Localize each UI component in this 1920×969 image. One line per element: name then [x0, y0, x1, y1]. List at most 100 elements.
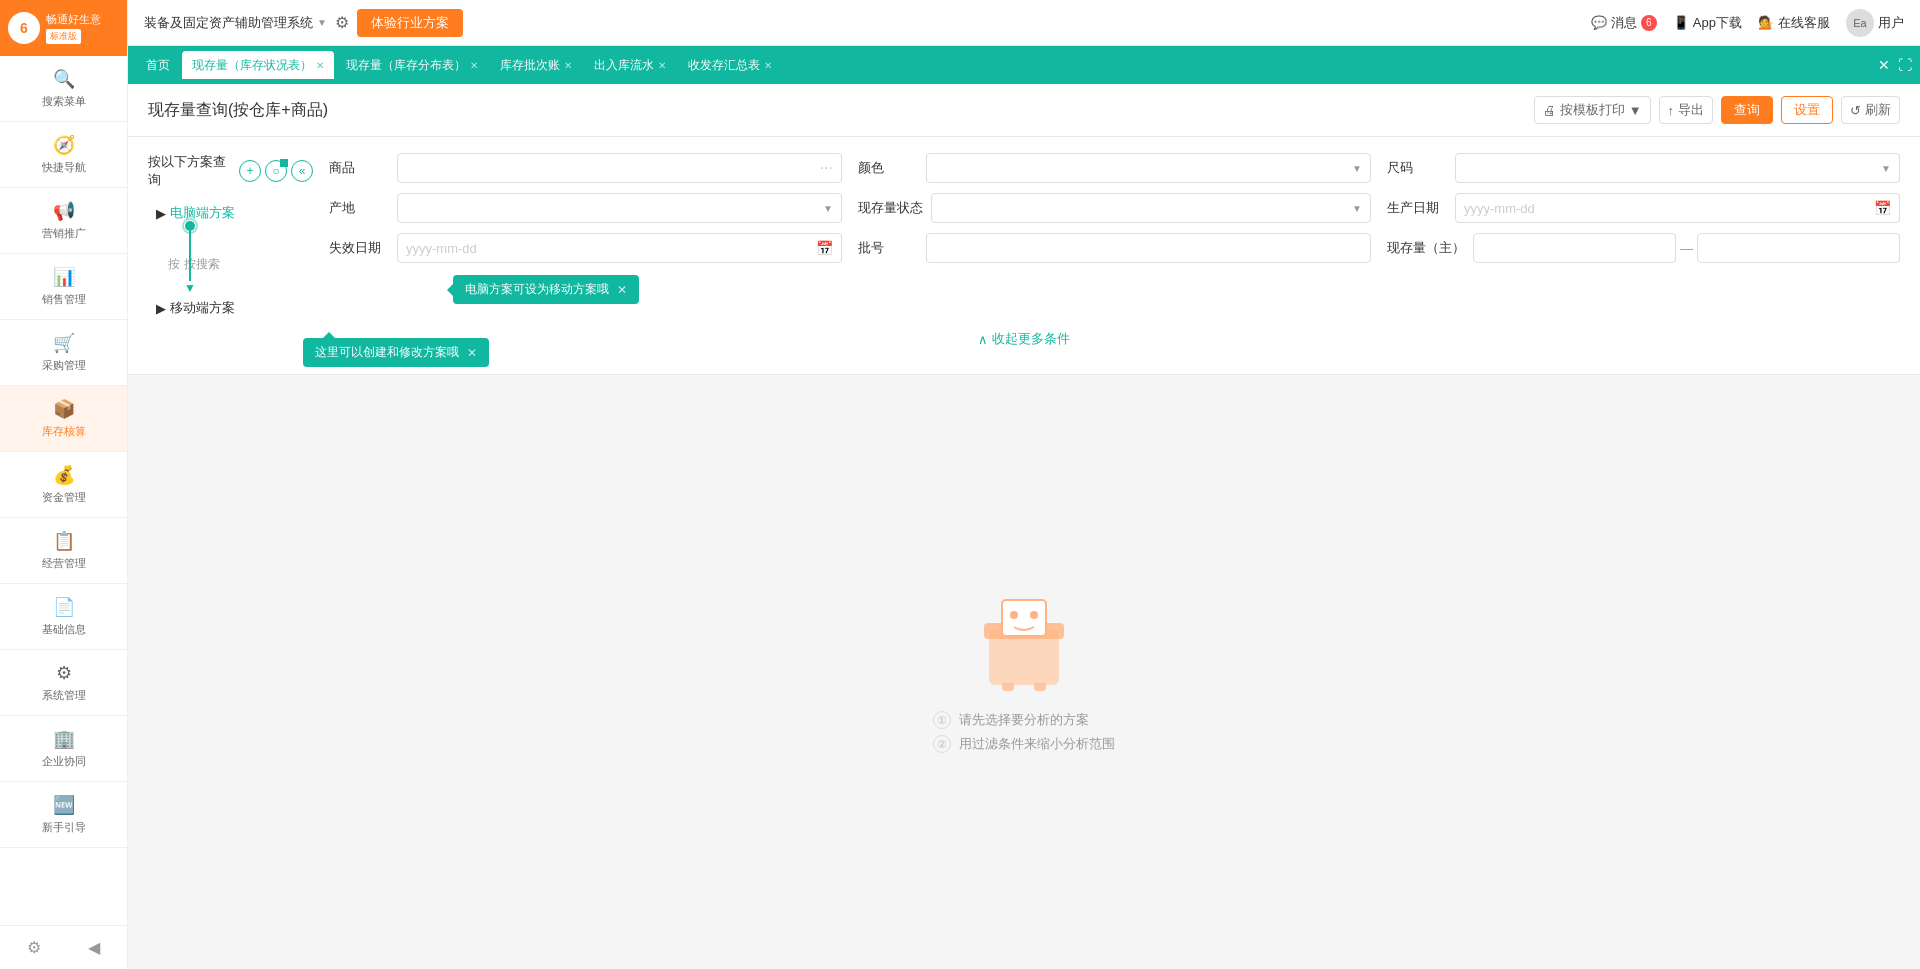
empty-tip-2-text: 用过滤条件来缩小分析范围: [959, 735, 1115, 753]
tab-inventory-status[interactable]: 现存量（库存状况表） ✕: [182, 51, 334, 79]
empty-tip-1: ① 请先选择要分析的方案: [933, 711, 1115, 729]
tooltip-pc-close[interactable]: ✕: [617, 283, 627, 297]
edit-scheme-button[interactable]: ○: [265, 160, 287, 182]
sidebar-menu: 🔍 搜索菜单 🧭 快捷导航 📢 营销推广 📊 销售管理 🛒 采购管理 📦 库存核…: [0, 56, 127, 925]
chevron-down-icon: ▼: [1629, 103, 1642, 118]
sidebar-settings-button[interactable]: ⚙: [27, 938, 41, 957]
user-menu[interactable]: Ea 用户: [1846, 9, 1904, 37]
online-service-label: 在线客服: [1778, 14, 1830, 32]
tooltip-edit-close[interactable]: ✕: [467, 346, 477, 360]
form-item-expire-date: 失效日期 yyyy-mm-dd 📅: [329, 233, 842, 263]
chevron-down-icon: ▼: [823, 203, 833, 214]
query-button[interactable]: 查询: [1721, 96, 1773, 124]
color-select[interactable]: ▼: [926, 153, 1371, 183]
settings-icon[interactable]: ⚙: [335, 13, 349, 32]
svg-rect-6: [1034, 683, 1046, 691]
form-area: 商品 ··· 颜色 ▼: [313, 153, 1900, 263]
chevron-down-icon: ▼: [1881, 163, 1891, 174]
pc-scheme-label[interactable]: 电脑端方案: [170, 204, 235, 222]
sidebar-item-inventory[interactable]: 📦 库存核算: [0, 386, 127, 452]
chevron-down-icon: ▼: [317, 17, 327, 28]
sidebar-item-label: 基础信息: [42, 622, 86, 637]
refresh-label: 刷新: [1865, 101, 1891, 119]
sidebar-item-search[interactable]: 🔍 搜索菜单: [0, 56, 127, 122]
sidebar-footer: ⚙ ◀: [0, 925, 127, 969]
back-scheme-button[interactable]: «: [291, 160, 313, 182]
sidebar-item-finance[interactable]: 💰 资金管理: [0, 452, 127, 518]
tab-fullscreen-icon[interactable]: ⛶: [1898, 57, 1912, 73]
add-scheme-button[interactable]: +: [239, 160, 261, 182]
tab-label: 库存批次账: [500, 57, 560, 74]
stock-main-from[interactable]: [1473, 233, 1676, 263]
sidebar-item-label: 快捷导航: [42, 160, 86, 175]
form-item-prod-date: 生产日期 yyyy-mm-dd 📅: [1387, 193, 1900, 223]
refresh-button[interactable]: ↺ 刷新: [1841, 96, 1900, 124]
tab-inventory-dist[interactable]: 现存量（库存分布表） ✕: [336, 51, 488, 79]
sidebar-collapse-button[interactable]: ◀: [88, 938, 100, 957]
tab-home[interactable]: 首页: [136, 51, 180, 79]
search-icon: 🔍: [53, 68, 75, 90]
connector-line: [189, 231, 191, 281]
tab-receive-summary[interactable]: 收发存汇总表 ✕: [678, 51, 782, 79]
sidebar-item-system[interactable]: ⚙ 系统管理: [0, 650, 127, 716]
color-label: 颜色: [858, 159, 918, 177]
expire-date-label: 失效日期: [329, 239, 389, 257]
online-service-button[interactable]: 💁 在线客服: [1758, 14, 1830, 32]
message-label: 消息: [1611, 14, 1637, 32]
sidebar-item-guide[interactable]: 🆕 新手引导: [0, 782, 127, 848]
expire-date-input[interactable]: yyyy-mm-dd 📅: [397, 233, 842, 263]
goods-select[interactable]: ···: [397, 153, 842, 183]
tooltip-edit: 这里可以创建和修改方案哦 ✕: [303, 338, 489, 367]
size-select[interactable]: ▼: [1455, 153, 1900, 183]
tab-close-icon[interactable]: ✕: [658, 60, 666, 71]
sidebar-item-nav[interactable]: 🧭 快捷导航: [0, 122, 127, 188]
print-template-button[interactable]: 🖨 按模板打印 ▼: [1534, 96, 1651, 124]
export-button[interactable]: ↑ 导出: [1659, 96, 1714, 124]
stock-status-select[interactable]: ▼: [931, 193, 1371, 223]
tab-close-all-icon[interactable]: ✕: [1878, 57, 1890, 73]
system-selector[interactable]: 装备及固定资产辅助管理系统 ▼: [144, 14, 327, 32]
tab-label: 收发存汇总表: [688, 57, 760, 74]
origin-select[interactable]: ▼: [397, 193, 842, 223]
sidebar-item-basic[interactable]: 📄 基础信息: [0, 584, 127, 650]
prod-date-input[interactable]: yyyy-mm-dd 📅: [1455, 193, 1900, 223]
tabs-bar: 首页 现存量（库存状况表） ✕ 现存量（库存分布表） ✕ 库存批次账 ✕ 出入库…: [128, 46, 1920, 84]
tab-close-icon[interactable]: ✕: [764, 60, 772, 71]
sidebar-item-label: 企业协同: [42, 754, 86, 769]
page-header: 现存量查询(按仓库+商品) 🖨 按模板打印 ▼ ↑ 导出 查询 设置 ↺ 刷新: [128, 84, 1920, 137]
mobile-scheme-label[interactable]: 移动端方案: [170, 299, 235, 317]
tab-close-icon[interactable]: ✕: [316, 60, 324, 71]
sidebar-item-purchase[interactable]: 🛒 采购管理: [0, 320, 127, 386]
tab-batch-ledger[interactable]: 库存批次账 ✕: [490, 51, 582, 79]
sidebar-item-enterprise[interactable]: 🏢 企业协同: [0, 716, 127, 782]
logo-badge: 标准版: [46, 29, 81, 44]
sidebar-item-marketing[interactable]: 📢 营销推广: [0, 188, 127, 254]
enterprise-icon: 🏢: [53, 728, 75, 750]
origin-label: 产地: [329, 199, 389, 217]
form-grid: 商品 ··· 颜色 ▼: [329, 153, 1900, 263]
tooltip-edit-text: 这里可以创建和修改方案哦: [315, 344, 459, 361]
form-item-goods: 商品 ···: [329, 153, 842, 183]
app-download-button[interactable]: 📱 App下载: [1673, 14, 1742, 32]
batch-input[interactable]: [926, 233, 1371, 263]
sidebar-item-sales[interactable]: 📊 销售管理: [0, 254, 127, 320]
tab-close-icon[interactable]: ✕: [470, 60, 478, 71]
stock-main-to[interactable]: [1697, 233, 1900, 263]
tab-close-icon[interactable]: ✕: [564, 60, 572, 71]
message-button[interactable]: 💬 消息 6: [1591, 14, 1657, 32]
prod-date-placeholder: yyyy-mm-dd: [1464, 201, 1535, 216]
reset-button[interactable]: 设置: [1781, 96, 1833, 124]
system-icon: ⚙: [56, 662, 72, 684]
tooltip-pc: 电脑方案可设为移动方案哦 ✕: [453, 275, 639, 304]
logo-text: 畅通好生意: [46, 12, 101, 26]
tab-in-out-flow[interactable]: 出入库流水 ✕: [584, 51, 676, 79]
refresh-icon: ↺: [1850, 103, 1861, 118]
size-label: 尺码: [1387, 159, 1447, 177]
inventory-icon: 📦: [53, 398, 75, 420]
sidebar-item-operation[interactable]: 📋 经营管理: [0, 518, 127, 584]
operation-icon: 📋: [53, 530, 75, 552]
trial-button[interactable]: 体验行业方案: [357, 9, 463, 37]
tab-label: 现存量（库存分布表）: [346, 57, 466, 74]
tooltip-pc-text: 电脑方案可设为移动方案哦: [465, 281, 609, 298]
calendar-icon: 📅: [1874, 200, 1891, 216]
